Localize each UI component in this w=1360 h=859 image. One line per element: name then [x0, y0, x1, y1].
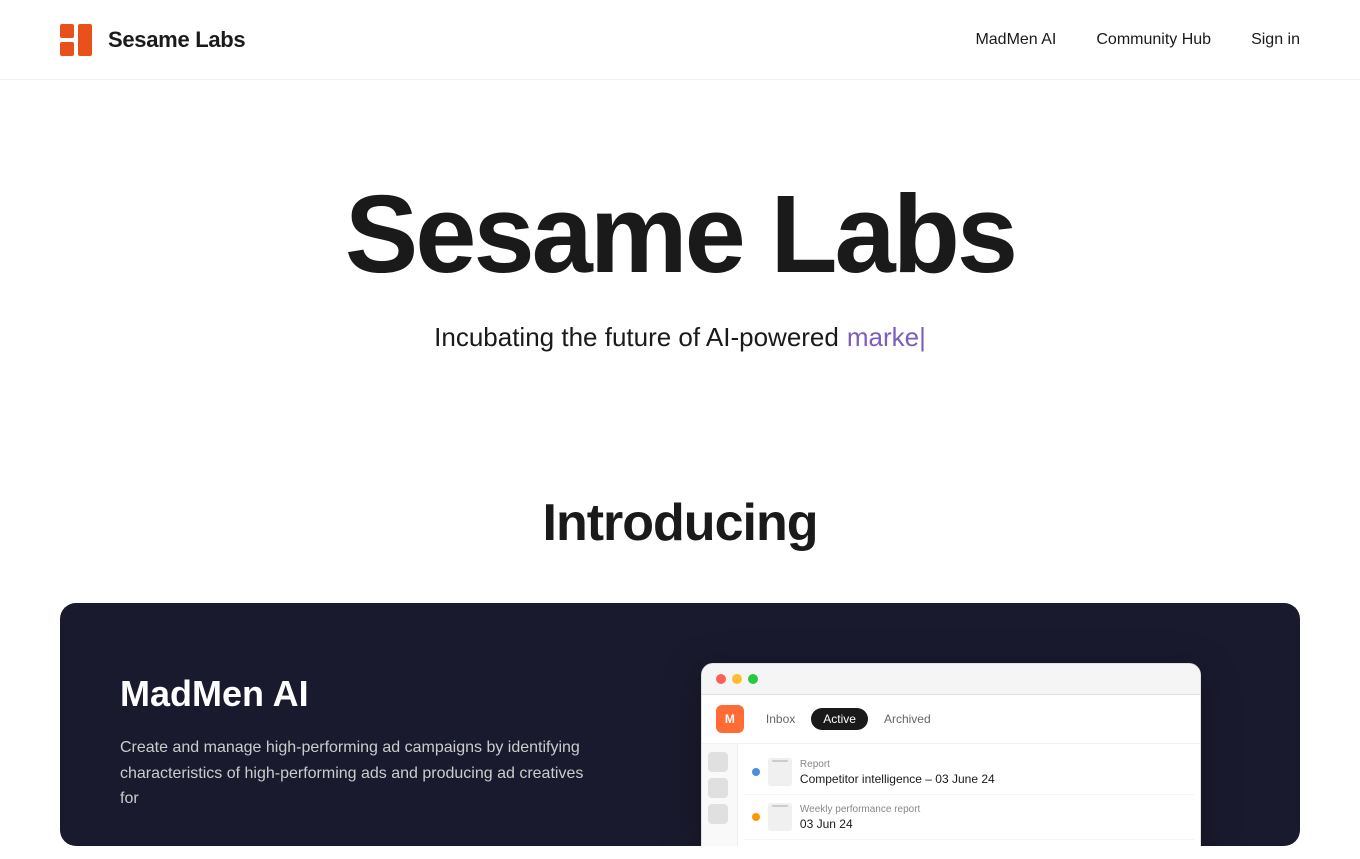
mock-app-header: M Inbox Active Archived — [702, 695, 1200, 744]
hero-title: Sesame Labs — [345, 180, 1015, 290]
nav-links: MadMen AI Community Hub Sign in — [975, 31, 1300, 49]
hero-section: Sesame Labs Incubating the future of AI-… — [0, 80, 1360, 433]
mock-tab-archived[interactable]: Archived — [872, 708, 943, 730]
hero-subtitle-prefix: Incubating the future of AI-powered — [434, 322, 839, 353]
mock-app-body: Report Competitor intelligence – 03 June… — [702, 744, 1200, 846]
mock-tabs: Inbox Active Archived — [754, 708, 943, 730]
mock-list-item-2: Weekly performance report 03 Jun 24 — [744, 795, 1194, 840]
mock-list: Report Competitor intelligence – 03 June… — [738, 744, 1200, 846]
mock-list-title-2: 03 Jun 24 — [800, 817, 1186, 831]
mock-tab-active[interactable]: Active — [811, 708, 868, 730]
mock-doc-icon-2 — [768, 803, 792, 831]
mock-app-window: M Inbox Active Archived — [701, 663, 1201, 846]
product-card: MadMen AI Create and manage high-perform… — [60, 603, 1300, 846]
mock-doc-icon-1 — [768, 758, 792, 786]
introducing-section: Introducing — [0, 433, 1360, 553]
logo-text: Sesame Labs — [108, 27, 245, 53]
mock-list-text-2: Weekly performance report 03 Jun 24 — [800, 804, 1186, 831]
mock-list-text-1: Report Competitor intelligence – 03 June… — [800, 759, 1186, 786]
product-card-title: MadMen AI — [120, 673, 602, 715]
mock-tab-inbox[interactable]: Inbox — [754, 708, 807, 730]
navigation: Sesame Labs MadMen AI Community Hub Sign… — [0, 0, 1360, 80]
mock-sidebar-icon-1 — [708, 752, 728, 772]
mock-titlebar — [702, 664, 1200, 695]
logo-icon — [60, 24, 96, 56]
mock-dot-red — [716, 674, 726, 684]
mock-list-label-2: Weekly performance report — [800, 804, 1186, 815]
nav-link-sign-in[interactable]: Sign in — [1251, 31, 1300, 49]
mock-app-avatar: M — [716, 705, 744, 733]
mock-indicator-blue — [752, 768, 760, 776]
product-card-content: MadMen AI Create and manage high-perform… — [120, 663, 602, 812]
mock-sidebar-icon-3 — [708, 804, 728, 824]
mock-app-content: M Inbox Active Archived — [702, 695, 1200, 846]
product-card-desc: Create and manage high-performing ad cam… — [120, 735, 600, 812]
mock-list-title-1: Competitor intelligence – 03 June 24 — [800, 772, 1186, 786]
nav-link-community-hub[interactable]: Community Hub — [1096, 31, 1211, 49]
mock-list-label-1: Report — [800, 759, 1186, 770]
introducing-title: Introducing — [60, 493, 1300, 553]
mock-indicator-orange — [752, 813, 760, 821]
hero-subtitle-highlight: marke| — [847, 322, 926, 353]
product-card-screenshot: M Inbox Active Archived — [662, 663, 1240, 846]
mock-dot-yellow — [732, 674, 742, 684]
mock-sidebar-icon-2 — [708, 778, 728, 798]
logo-area[interactable]: Sesame Labs — [60, 24, 245, 56]
mock-list-item: Report Competitor intelligence – 03 June… — [744, 750, 1194, 795]
nav-link-madmen-ai[interactable]: MadMen AI — [975, 31, 1056, 49]
mock-dot-green — [748, 674, 758, 684]
hero-subtitle: Incubating the future of AI-powered mark… — [434, 322, 926, 353]
mock-sidebar — [702, 744, 738, 846]
